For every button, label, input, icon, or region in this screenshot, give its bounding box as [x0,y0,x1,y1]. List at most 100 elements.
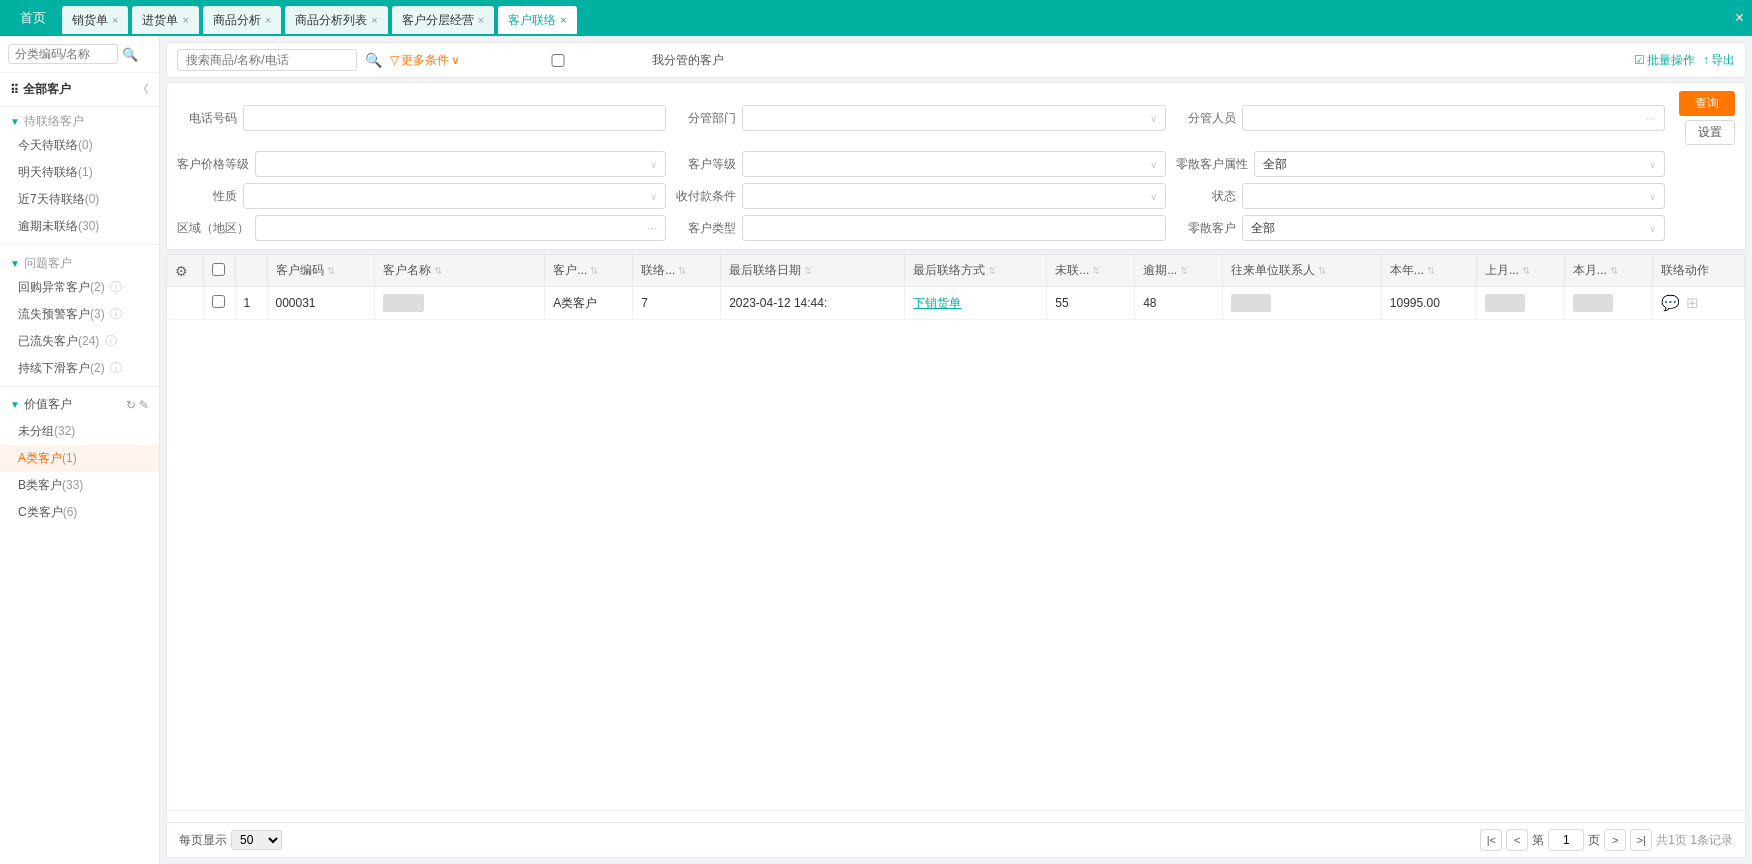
payment-input[interactable]: ∨ [742,183,1165,209]
sort-icon-nocontact[interactable]: ⇅ [1092,265,1100,276]
action-chat-icon[interactable]: 💬 [1661,294,1680,312]
sidebar-item-class-a[interactable]: A类客户(1) [0,445,159,472]
nav-tab-analysis-list-close[interactable]: × [371,6,377,34]
sidebar-item-unclassified[interactable]: 未分组(32) [0,418,159,445]
manager-label: 分管人员 [1176,110,1236,127]
nav-home[interactable]: 首页 [8,0,58,36]
query-button[interactable]: 查询 [1679,91,1735,116]
sort-icon-overdue[interactable]: ⇅ [1180,265,1188,276]
nav-tab-sales-close[interactable]: × [112,6,118,34]
filter-icon: ▽ [390,53,399,67]
nav-tab-purchase-close[interactable]: × [182,6,188,34]
sort-icon-lastmonth[interactable]: ⇅ [1522,265,1530,276]
sidebar-item-today[interactable]: 今天待联络(0) [0,132,159,159]
my-customers-checkbox[interactable] [468,54,648,67]
page-input[interactable] [1548,829,1584,851]
nav-tab-customer-tier-close[interactable]: × [478,6,484,34]
filter-dept: 分管部门 ∨ [676,105,1165,131]
export-icon: ↑ [1703,53,1709,67]
sidebar-search-input[interactable] [8,44,118,64]
sidebar-divider-1 [0,244,159,245]
dept-input[interactable]: ∨ [742,105,1165,131]
sidebar-item-overdue[interactable]: 逾期未联络(30) [0,213,159,240]
sidebar-item-declining[interactable]: 持续下滑客户(2) ⓘ [0,355,159,382]
edit-icon[interactable]: ✎ [139,398,149,412]
retail-input[interactable]: 全部∨ [1242,215,1665,241]
manager-input[interactable]: ··· [1242,105,1665,131]
nav-tab-purchase[interactable]: 进货单 × [132,6,198,34]
settings-button[interactable]: 设置 [1685,120,1735,145]
triangle-icon-3: ▼ [10,399,20,410]
nav-tab-sales[interactable]: 销货单 × [62,6,128,34]
sidebar-item-churned[interactable]: 已流失客户(24) ⓘ [0,328,159,355]
last-page-button[interactable]: >| [1630,829,1652,851]
sort-icon-code[interactable]: ⇅ [327,265,335,276]
per-page-select[interactable]: 50 20 100 [231,830,282,850]
nav-tab-analysis-close[interactable]: × [265,6,271,34]
last-contact-method-link[interactable]: 下销货单 [913,296,961,310]
nav-tab-customer-contact-close[interactable]: × [560,6,566,34]
sidebar-item-tomorrow[interactable]: 明天待联络(1) [0,159,159,186]
select-all-checkbox[interactable] [212,263,225,276]
phone-input[interactable] [243,105,666,131]
sort-icon-category[interactable]: ⇅ [590,265,598,276]
sort-icon-contact[interactable]: ⇅ [678,265,686,276]
sort-icon-date[interactable]: ⇅ [804,265,812,276]
td-code: 000031 [267,287,375,320]
column-settings-icon[interactable]: ⚙ [175,263,188,279]
search-input[interactable] [177,49,357,71]
data-table-area: ⚙ 客户编码⇅ 客户名称⇅ [166,254,1746,858]
payment-label: 收付款条件 [676,188,736,205]
region-input[interactable]: ··· [255,215,666,241]
nav-tab-analysis-list[interactable]: 商品分析列表 × [285,6,387,34]
sort-icon-unit[interactable]: ⇅ [1318,265,1326,276]
retail-attr-arrow: ∨ [1649,159,1656,170]
th-checkbox [203,255,235,287]
sort-icon-year[interactable]: ⇅ [1427,265,1435,276]
sidebar-item-class-b[interactable]: B类客户(33) [0,472,159,499]
nav-tab-customer-tier[interactable]: 客户分层经营 × [392,6,494,34]
sidebar-search-icon[interactable]: 🔍 [122,47,138,62]
first-page-button[interactable]: |< [1480,829,1502,851]
more-conditions-button[interactable]: ▽ 更多条件 ∨ [390,52,460,69]
action-qr-icon[interactable]: ⊞ [1686,294,1699,312]
global-close-button[interactable]: × [1735,9,1744,27]
sort-icon-thismonth[interactable]: ⇅ [1610,265,1618,276]
region-label: 区域（地区） [177,220,249,237]
nav-tab-customer-contact[interactable]: 客户联络 × [498,6,576,34]
my-customers-filter[interactable]: 我分管的客户 [468,52,724,69]
nature-label: 性质 [177,188,237,205]
sort-icon-method[interactable]: ⇅ [988,265,996,276]
td-action-buttons: 💬 ⊞ [1661,294,1736,312]
filter-manager: 分管人员 ··· [1176,105,1665,131]
table-wrapper[interactable]: ⚙ 客户编码⇅ 客户名称⇅ [167,255,1745,810]
th-date-label: 最后联络日期 [729,262,801,279]
refresh-icon[interactable]: ↻ [126,398,136,412]
sidebar-item-repurchase[interactable]: 回购异常客户(2) ⓘ [0,274,159,301]
filter-row-2: 客户价格等级 ∨ 客户等级 ∨ 零散客户属性 全部∨ [177,151,1735,177]
row-checkbox[interactable] [212,295,225,308]
horizontal-scrollbar[interactable] [167,810,1745,822]
price-tier-input[interactable]: ∨ [255,151,666,177]
sidebar-collapse-icon[interactable]: 《 [137,81,149,98]
customer-tier-input[interactable]: ∨ [742,151,1165,177]
status-input[interactable]: ∨ [1242,183,1665,209]
customer-type-input[interactable] [742,215,1165,241]
table-header-row: ⚙ 客户编码⇅ 客户名称⇅ [167,255,1745,287]
filter-search-icon[interactable]: 🔍 [365,52,382,68]
retail-attr-input[interactable]: 全部∨ [1254,151,1665,177]
sidebar-item-class-c[interactable]: C类客户(6) [0,499,159,526]
batch-operation-button[interactable]: ☑ 批量操作 [1634,52,1695,69]
sidebar-item-churn-warning[interactable]: 流失预警客户(3) ⓘ [0,301,159,328]
nature-input[interactable]: ∨ [243,183,666,209]
export-button[interactable]: ↑ 导出 [1703,52,1735,69]
sidebar-item-7days[interactable]: 近7天待联络(0) [0,186,159,213]
th-overdue-label: 逾期... [1143,262,1177,279]
nav-tab-analysis[interactable]: 商品分析 × [203,6,281,34]
sidebar-all-customers[interactable]: ⠿ 全部客户 《 [0,73,159,107]
th-customer-name: 客户名称⇅ [375,255,545,287]
next-page-button[interactable]: > [1604,829,1626,851]
prev-page-button[interactable]: < [1506,829,1528,851]
sidebar-section-value[interactable]: ▼ 价值客户 ↻ ✎ [0,391,159,418]
sort-icon-name[interactable]: ⇅ [434,265,442,276]
